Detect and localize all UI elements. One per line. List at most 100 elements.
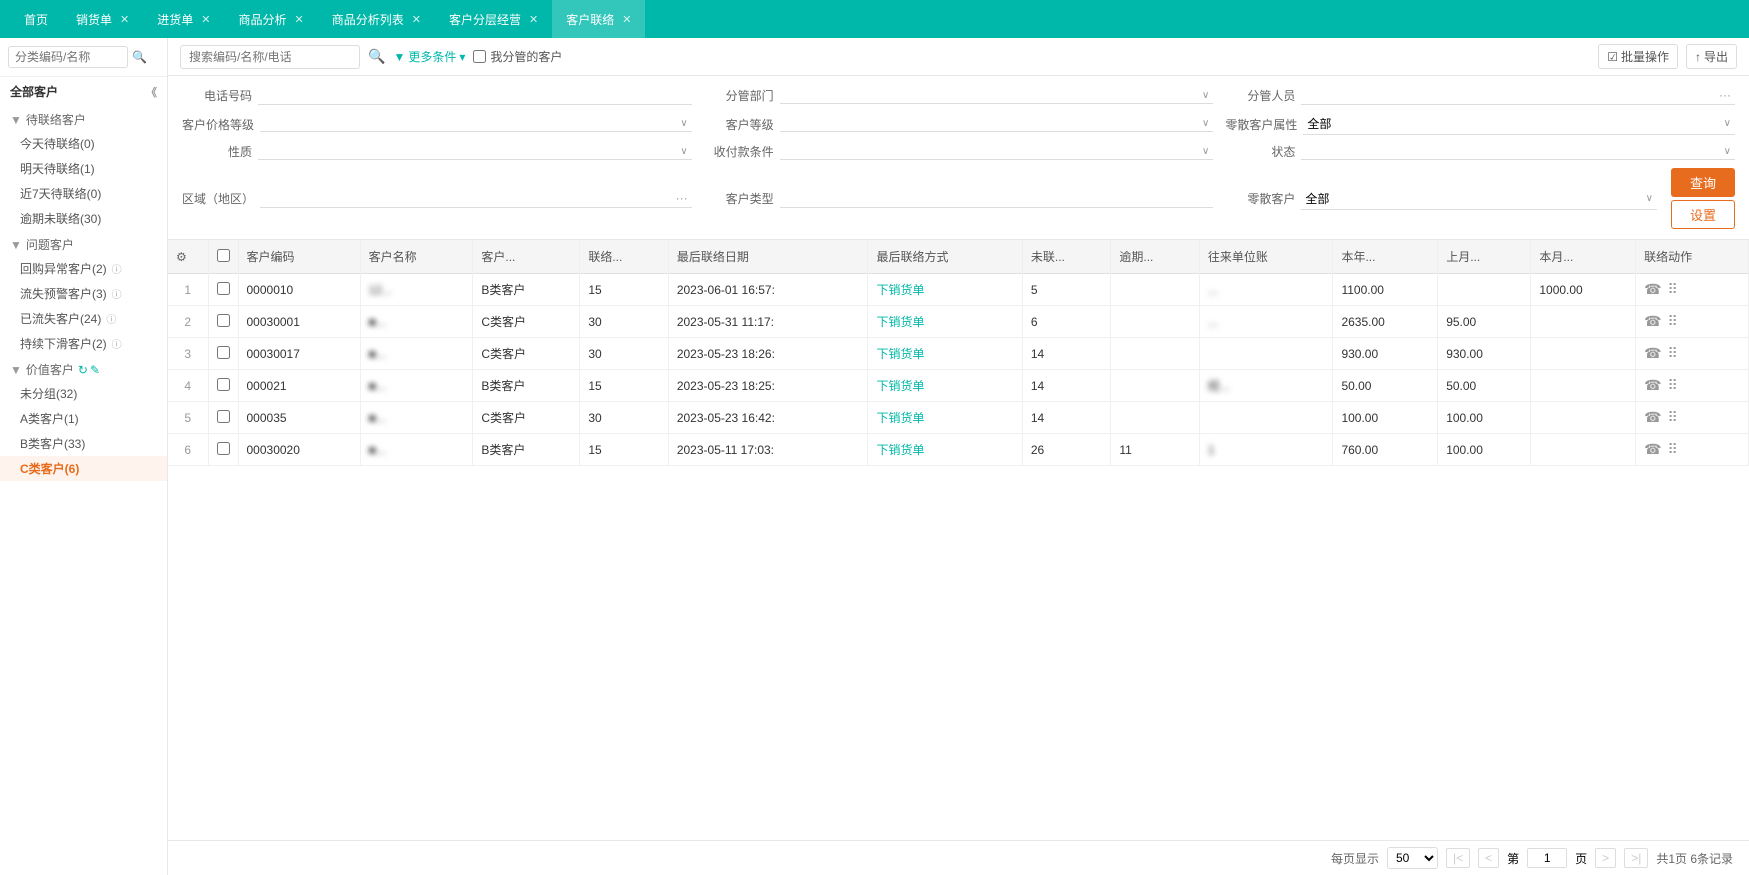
- row-code-3: 000021: [238, 370, 360, 402]
- nav-close-sales[interactable]: ✕: [120, 13, 129, 26]
- prev-page-btn[interactable]: <: [1478, 848, 1499, 868]
- settings-icon[interactable]: ⚙: [176, 250, 187, 264]
- sidebar-search-icon[interactable]: 🔍: [132, 50, 147, 64]
- more-action-icon-2[interactable]: ⠿: [1668, 345, 1678, 362]
- nav-close-product-list[interactable]: ✕: [412, 13, 421, 26]
- filter-select-retail-cust[interactable]: 全部 ∨: [1301, 188, 1657, 210]
- row-last-way-3[interactable]: 下销货单: [868, 370, 1022, 402]
- chevron-status: ∨: [1724, 146, 1731, 157]
- filter-dots-manager[interactable]: ···: [1719, 88, 1731, 102]
- row-checkbox-5[interactable]: [208, 434, 238, 466]
- sidebar-all-customers[interactable]: 全部客户 《: [0, 77, 167, 106]
- filter-select-cust-level[interactable]: ∨: [780, 116, 1214, 132]
- nav-close-customer-layered[interactable]: ✕: [529, 13, 538, 26]
- row-num-4: 5: [168, 402, 208, 434]
- row-last-way-2[interactable]: 下销货单: [868, 338, 1022, 370]
- contact-icon-4[interactable]: ☎: [1644, 409, 1661, 426]
- toolbar-search-icon[interactable]: 🔍: [368, 48, 385, 65]
- contact-icon-5[interactable]: ☎: [1644, 441, 1661, 458]
- more-action-icon-3[interactable]: ⠿: [1668, 377, 1678, 394]
- nav-sales[interactable]: 销货单 ✕: [62, 0, 143, 38]
- my-customers-checkbox[interactable]: 我分管的客户: [473, 48, 562, 65]
- nav-close-customer-contact[interactable]: ✕: [622, 13, 631, 26]
- filter-label-payment: 收付款条件: [704, 143, 774, 160]
- sidebar-item-ungrouped[interactable]: 未分组(32): [0, 381, 167, 406]
- sidebar-search-input[interactable]: [8, 46, 128, 68]
- filter-select-retail-attr[interactable]: 全部 ∨: [1303, 113, 1735, 135]
- sidebar-item-class-b[interactable]: B类客户(33): [0, 431, 167, 456]
- sidebar-item-tomorrow[interactable]: 明天待联络(1): [0, 156, 167, 181]
- contact-icon-2[interactable]: ☎: [1644, 345, 1661, 362]
- filter-select-payment[interactable]: ∨: [780, 144, 1214, 160]
- more-action-icon-0[interactable]: ⠿: [1668, 281, 1678, 298]
- th-settings[interactable]: ⚙: [168, 240, 208, 274]
- filter-select-status[interactable]: ∨: [1301, 144, 1735, 160]
- nav-product-list[interactable]: 商品分析列表 ✕: [318, 0, 435, 38]
- page-size-select[interactable]: 50 100 200: [1387, 847, 1438, 869]
- sidebar-item-7days[interactable]: 近7天待联络(0): [0, 181, 167, 206]
- row-checkbox-2[interactable]: [208, 338, 238, 370]
- my-customers-check[interactable]: [473, 50, 486, 63]
- sidebar-item-churn-warning[interactable]: 流失预警客户(3) ⓘ: [0, 281, 167, 306]
- row-action-4: ☎ ⠿: [1636, 402, 1749, 434]
- nav-close-product-analysis[interactable]: ✕: [295, 13, 304, 26]
- query-btn[interactable]: 查询: [1671, 168, 1735, 197]
- row-unit-balance-5: 1: [1199, 434, 1333, 466]
- contact-icon-1[interactable]: ☎: [1644, 313, 1661, 330]
- filter-input-phone[interactable]: [258, 86, 692, 105]
- more-action-icon-1[interactable]: ⠿: [1668, 313, 1678, 330]
- filter-select-dept[interactable]: ∨: [780, 88, 1214, 104]
- row-last-way-5[interactable]: 下销货单: [868, 434, 1022, 466]
- refresh-icon[interactable]: ↻: [78, 363, 88, 377]
- row-last-way-0[interactable]: 下销货单: [868, 274, 1022, 306]
- sidebar-item-churned[interactable]: 已流失客户(24) ⓘ: [0, 306, 167, 331]
- filter-input-cust-type[interactable]: [780, 189, 1214, 208]
- filter-dept: 分管部门 ∨: [704, 86, 1214, 105]
- nav-close-purchase[interactable]: ✕: [201, 13, 210, 26]
- row-checkbox-0[interactable]: [208, 274, 238, 306]
- more-action-icon-4[interactable]: ⠿: [1668, 409, 1678, 426]
- row-name-3: ■...: [360, 370, 473, 402]
- first-page-btn[interactable]: |<: [1446, 848, 1470, 868]
- nav-product-analysis[interactable]: 商品分析 ✕: [224, 0, 317, 38]
- sidebar-item-declining[interactable]: 持续下滑客户(2) ⓘ: [0, 331, 167, 356]
- more-action-icon-5[interactable]: ⠿: [1668, 441, 1678, 458]
- sidebar-group-pending[interactable]: ▼ 待联络客户: [0, 106, 167, 131]
- batch-operation-btn[interactable]: ☑ 批量操作: [1598, 44, 1678, 69]
- sidebar-item-class-c[interactable]: C类客户(6): [0, 456, 167, 481]
- export-btn[interactable]: ↑ 导出: [1686, 44, 1737, 69]
- filter-dots-area[interactable]: ···: [676, 191, 688, 205]
- last-page-btn[interactable]: >|: [1624, 848, 1648, 868]
- row-checkbox-1[interactable]: [208, 306, 238, 338]
- next-page-btn[interactable]: >: [1595, 848, 1616, 868]
- sidebar-item-overdue[interactable]: 逾期未联络(30): [0, 206, 167, 231]
- toolbar-search-input[interactable]: [180, 45, 360, 69]
- th-last-contact-way: 最后联络方式: [868, 240, 1022, 274]
- sidebar-item-class-a[interactable]: A类客户(1): [0, 406, 167, 431]
- row-last-way-4[interactable]: 下销货单: [868, 402, 1022, 434]
- nav-customer-contact[interactable]: 客户联络 ✕: [552, 0, 645, 38]
- filter-select-nature[interactable]: ∨: [258, 144, 692, 160]
- page-input[interactable]: [1527, 848, 1567, 868]
- row-checkbox-4[interactable]: [208, 402, 238, 434]
- filter-buttons: 查询 设置: [1671, 168, 1735, 229]
- select-all-checkbox[interactable]: [217, 249, 230, 262]
- row-last-way-1[interactable]: 下销货单: [868, 306, 1022, 338]
- contact-icon-3[interactable]: ☎: [1644, 377, 1661, 394]
- sidebar-group-problem[interactable]: ▼ 问题客户: [0, 231, 167, 256]
- table-row: 6 00030020 ■... B类客户 15 2023-05-11 17:03…: [168, 434, 1749, 466]
- sidebar-group-value[interactable]: ▼ 价值客户 ↻ ✎: [0, 356, 167, 381]
- filter-select-price-level[interactable]: ∨: [260, 116, 692, 132]
- edit-icon[interactable]: ✎: [90, 363, 100, 377]
- row-type-3: B类客户: [473, 370, 580, 402]
- th-last-month: 上月...: [1438, 240, 1531, 274]
- set-btn[interactable]: 设置: [1671, 200, 1735, 229]
- nav-customer-layered[interactable]: 客户分层经营 ✕: [435, 0, 552, 38]
- row-checkbox-3[interactable]: [208, 370, 238, 402]
- nav-home[interactable]: 首页: [10, 0, 62, 38]
- nav-purchase[interactable]: 进货单 ✕: [143, 0, 224, 38]
- sidebar-item-today[interactable]: 今天待联络(0): [0, 131, 167, 156]
- more-conditions-btn[interactable]: ▼ 更多条件 ▾: [393, 48, 465, 65]
- contact-icon-0[interactable]: ☎: [1644, 281, 1661, 298]
- sidebar-item-repurchase[interactable]: 回购异常客户(2) ⓘ: [0, 256, 167, 281]
